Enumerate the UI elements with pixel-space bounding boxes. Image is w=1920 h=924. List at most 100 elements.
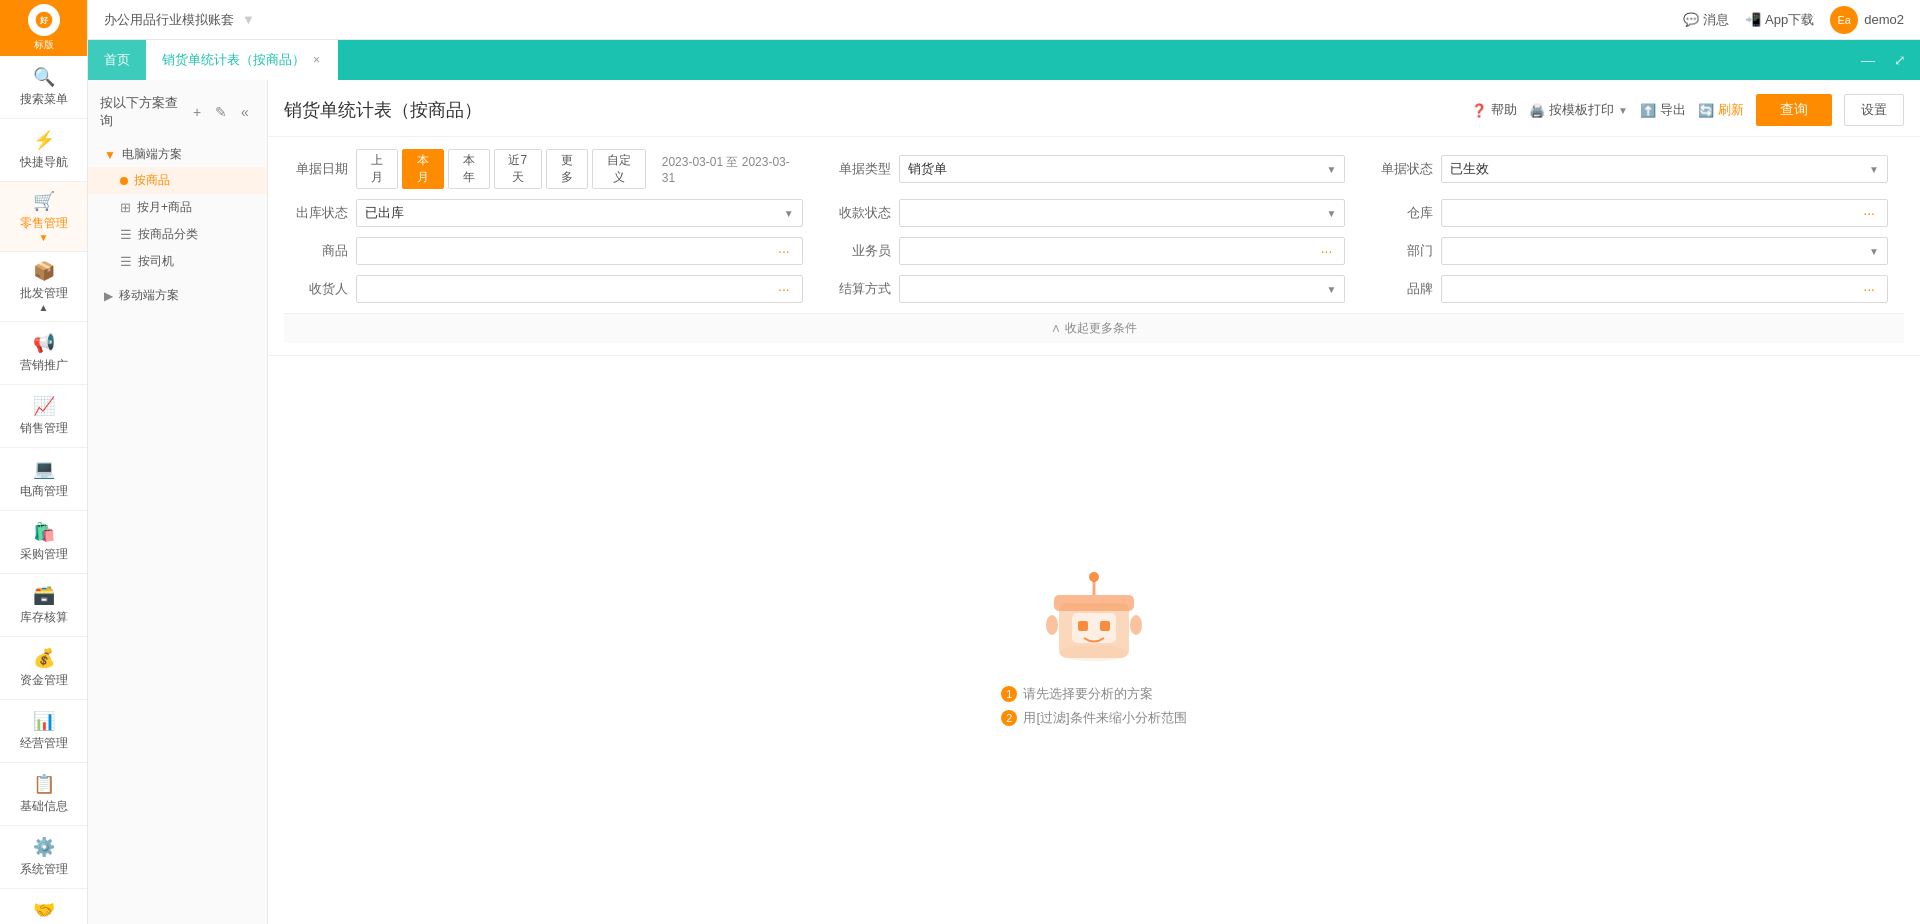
scheme-group-mobile-expand: ▶	[104, 289, 113, 303]
filter-row-3: 商品 ··· 业务员 ··· 部门	[284, 237, 1904, 265]
doc-type-label: 单据类型	[827, 160, 891, 178]
out-status-select[interactable]: 已出库 ▼	[356, 199, 803, 227]
receiver-select[interactable]: ···	[356, 275, 803, 303]
system-icon: ⚙️	[33, 836, 55, 858]
brand-label: 品牌	[1369, 280, 1433, 298]
settle-arrow: ▼	[1326, 284, 1336, 295]
collect-status-arrow: ▼	[1326, 208, 1336, 219]
staff-dots[interactable]: ···	[1317, 243, 1337, 259]
sidebar-item-basic[interactable]: 📋 基础信息	[0, 763, 88, 826]
breadcrumb-arrow: ▼	[242, 12, 255, 27]
brand-select[interactable]: ···	[1441, 275, 1888, 303]
scheme-collapse-btn[interactable]: «	[235, 102, 255, 122]
tip-text-1: 请先选择要分析的方案	[1023, 685, 1153, 703]
template-print-icon: 🖨️	[1529, 103, 1545, 118]
user-info[interactable]: Ea demo2	[1830, 6, 1904, 34]
sidebar-item-finance[interactable]: 💰 资金管理	[0, 637, 88, 700]
sidebar-item-inventory[interactable]: 🗃️ 库存核算	[0, 574, 88, 637]
template-print-btn[interactable]: 🖨️ 按模板打印 ▼	[1529, 101, 1628, 119]
out-status-value: 已出库	[365, 204, 404, 222]
scheme-group-desktop-label: 电脑端方案	[122, 146, 182, 163]
export-btn[interactable]: ⬆️ 导出	[1640, 101, 1686, 119]
filter-col-dept: 部门 ▼	[1369, 237, 1904, 265]
scheme-item-icon-4: ☰	[120, 254, 132, 269]
msg-label: 消息	[1703, 11, 1729, 29]
tab-home[interactable]: 首页	[88, 40, 146, 80]
operations-icon: 📊	[33, 710, 55, 732]
settings-button[interactable]: 设置	[1844, 94, 1904, 126]
warehouse-dots[interactable]: ···	[1859, 205, 1879, 221]
filter-col-outstatus: 出库状态 已出库 ▼	[284, 199, 819, 227]
enterprise-icon: 🤝	[33, 899, 55, 921]
purchase-icon: 🛍️	[33, 521, 55, 543]
scheme-group-desktop-header[interactable]: ▼ 电脑端方案	[88, 142, 267, 167]
brand-dots[interactable]: ···	[1859, 281, 1879, 297]
date-btn-more[interactable]: 更多	[546, 149, 588, 189]
collapse-bar[interactable]: ∧ 收起更多条件	[284, 313, 1904, 343]
filter-col-staff: 业务员 ···	[827, 237, 1362, 265]
basic-icon: 📋	[33, 773, 55, 795]
scheme-item-by-goods[interactable]: 按商品	[88, 167, 267, 194]
sidebar-logo-text: 标版	[34, 38, 54, 52]
collect-status-select[interactable]: ▼	[899, 199, 1346, 227]
svg-rect-7	[1100, 621, 1110, 631]
tab-maximize-btn[interactable]: ⤢	[1888, 48, 1912, 72]
tip-item-1: 1 请先选择要分析的方案	[1001, 685, 1186, 703]
sidebar-item-quicknav[interactable]: ⚡ 快捷导航	[0, 119, 88, 182]
sidebar-item-ecommerce[interactable]: 💻 电商管理	[0, 448, 88, 511]
tab-active[interactable]: 销货单统计表（按商品） ×	[146, 40, 338, 80]
sidebar-item-operations[interactable]: 📊 经营管理	[0, 700, 88, 763]
filter-col-collectstatus: 收款状态 ▼	[827, 199, 1362, 227]
scheme-edit-btn[interactable]: ✎	[211, 102, 231, 122]
sidebar-item-wholesale-label: 批发管理	[20, 285, 68, 302]
tab-minimize-btn[interactable]: —	[1856, 48, 1880, 72]
scheme-item-by-driver[interactable]: ☰ 按司机	[88, 248, 267, 275]
sidebar-item-wholesale[interactable]: 📦 批发管理 ▲	[0, 252, 88, 322]
warehouse-select[interactable]: ···	[1441, 199, 1888, 227]
doc-status-select[interactable]: 已生效 ▼	[1441, 155, 1888, 183]
sidebar-item-sales[interactable]: 📈 销售管理	[0, 385, 88, 448]
empty-state: 1 请先选择要分析的方案 2 用[过滤]条件来缩小分析范围	[268, 356, 1920, 924]
goods-dots[interactable]: ···	[774, 243, 794, 259]
staff-select[interactable]: ···	[899, 237, 1346, 265]
sidebar-item-enterprise[interactable]: 🤝 企业协同	[0, 889, 88, 924]
doc-type-select[interactable]: 销货单 ▼	[899, 155, 1346, 183]
date-btn-this-year[interactable]: 本年	[448, 149, 490, 189]
scheme-group-mobile-header[interactable]: ▶ 移动端方案	[88, 283, 267, 308]
sidebar-item-ecommerce-label: 电商管理	[20, 483, 68, 500]
sidebar-item-purchase[interactable]: 🛍️ 采购管理	[0, 511, 88, 574]
sidebar-item-operations-label: 经营管理	[20, 735, 68, 752]
sidebar-item-system[interactable]: ⚙️ 系统管理	[0, 826, 88, 889]
svg-point-11	[1089, 572, 1099, 582]
msg-btn[interactable]: 💬 消息	[1683, 11, 1729, 29]
tip-text-2: 用[过滤]条件来缩小分析范围	[1023, 709, 1186, 727]
sidebar-item-basic-label: 基础信息	[20, 798, 68, 815]
scheme-add-btn[interactable]: +	[187, 102, 207, 122]
date-btn-last-month[interactable]: 上月	[356, 149, 398, 189]
app-download-btn[interactable]: 📲 App下载	[1745, 11, 1814, 29]
dept-select[interactable]: ▼	[1441, 237, 1888, 265]
scheme-item-by-category[interactable]: ☰ 按商品分类	[88, 221, 267, 248]
top-header-left: 办公用品行业模拟账套 ▼	[104, 11, 255, 29]
sidebar-item-inventory-label: 库存核算	[20, 609, 68, 626]
date-btn-custom[interactable]: 自定义	[592, 149, 646, 189]
template-print-arrow: ▼	[1618, 105, 1628, 116]
help-btn[interactable]: ❓ 帮助	[1471, 101, 1517, 119]
tip-num-1: 1	[1001, 686, 1017, 702]
tab-close-btn[interactable]: ×	[311, 51, 322, 69]
goods-select[interactable]: ···	[356, 237, 803, 265]
sidebar-item-search[interactable]: 🔍 搜索菜单	[0, 56, 88, 119]
scheme-panel-header: 按以下方案查询 + ✎ «	[88, 90, 267, 138]
dept-label: 部门	[1369, 242, 1433, 260]
receiver-dots[interactable]: ···	[774, 281, 794, 297]
sidebar-item-marketing[interactable]: 📢 营销推广	[0, 322, 88, 385]
settle-select[interactable]: ▼	[899, 275, 1346, 303]
date-btn-this-month[interactable]: 本月	[402, 149, 444, 189]
date-btn-7days[interactable]: 近7天	[494, 149, 543, 189]
refresh-btn[interactable]: 🔄 刷新	[1698, 101, 1744, 119]
scheme-item-by-month-goods[interactable]: ⊞ 按月+商品	[88, 194, 267, 221]
sidebar-item-retail[interactable]: 🛒 零售管理 ▼	[0, 182, 88, 252]
query-button[interactable]: 查询	[1756, 94, 1832, 126]
search-menu-icon: 🔍	[33, 66, 55, 88]
export-label: 导出	[1660, 101, 1686, 119]
